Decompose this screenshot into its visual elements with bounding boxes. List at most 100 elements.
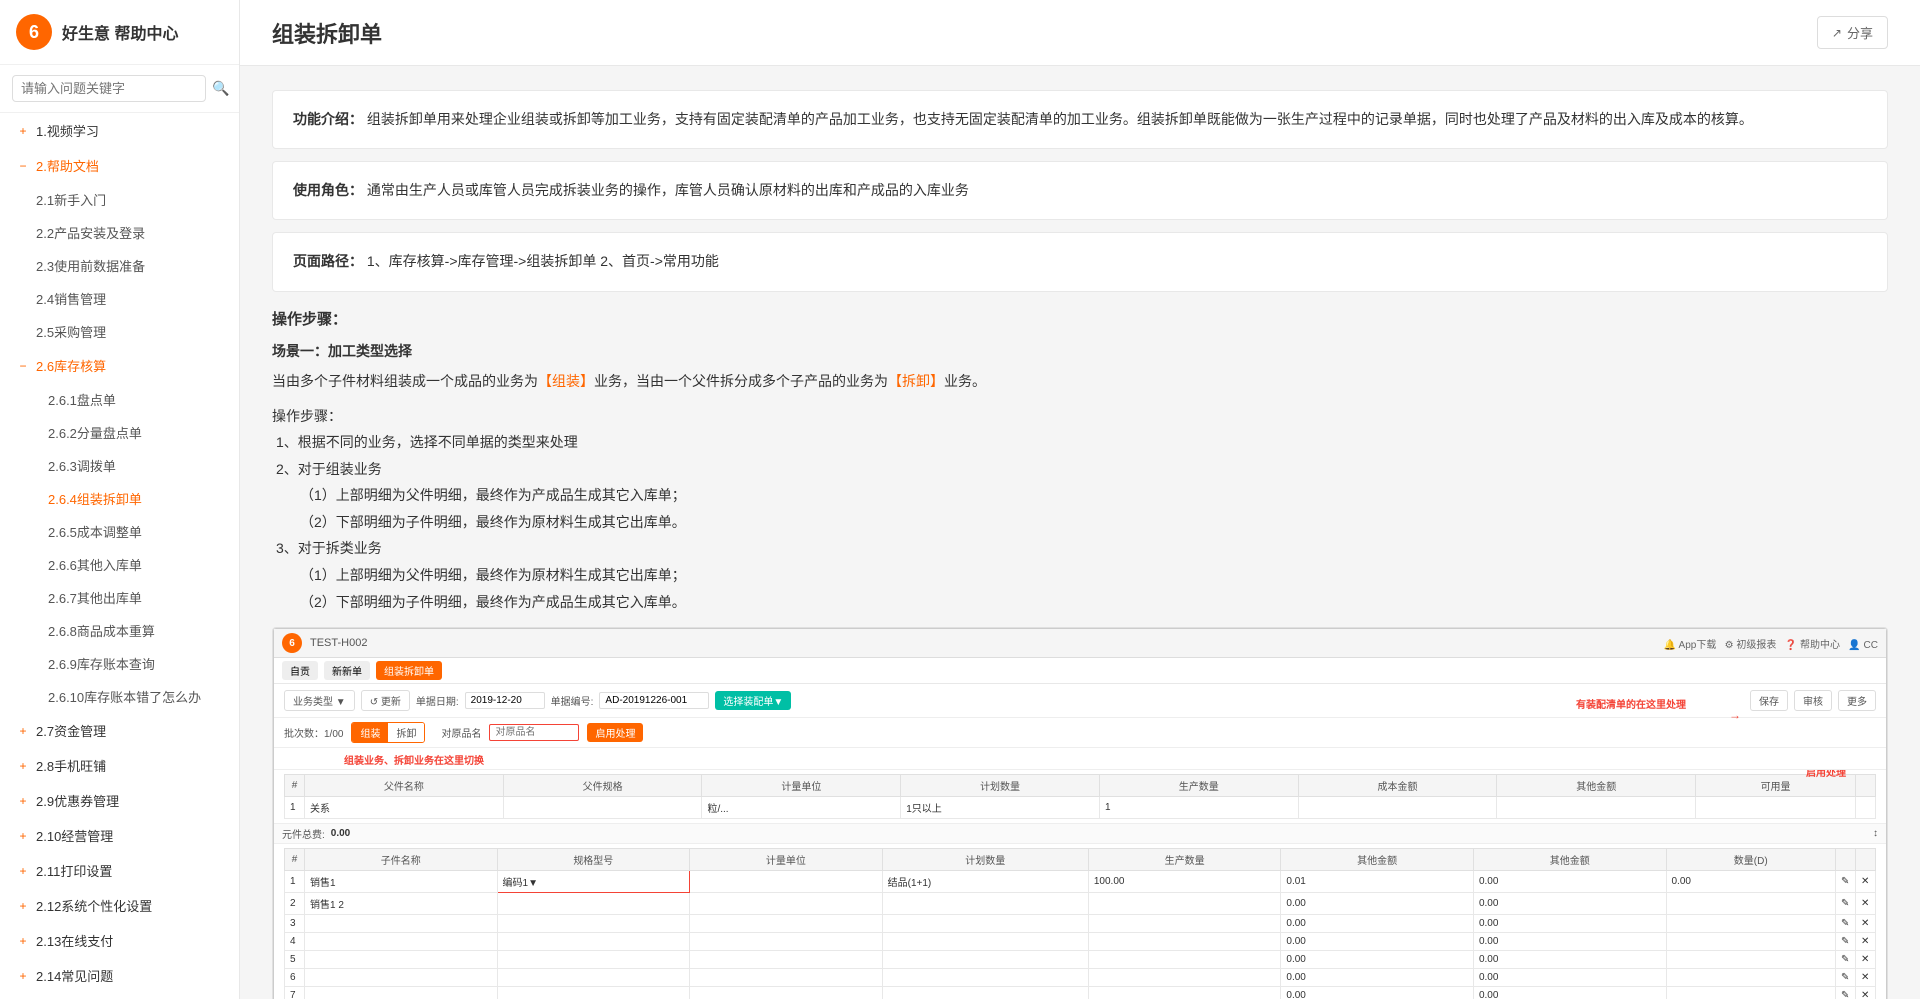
mock-date-input[interactable] [465,692,545,709]
step-list: 1、根据不同的业务，选择不同单据的类型来处理 2、对于组装业务 （1）上部明细为… [272,429,1888,615]
sidebar-item-sales[interactable]: 2.4销售管理 [0,282,239,315]
sidebar-item-263[interactable]: 2.6.3调拨单 [0,449,239,482]
mock-btn-enable[interactable]: 启用处理 [587,723,643,742]
expand-icon [16,864,30,878]
main-content: 组装拆卸单 ↗ 分享 功能介绍： 组装拆卸单用来处理企业组装或拆卸等加工业务，支… [240,0,1920,999]
sidebar-sub-label: 2.3使用前数据准备 [36,256,145,275]
mock-bill-input[interactable] [599,692,709,709]
step2-2: （2）下部明细为子件明细，最终作为原材料生成其它出库单。 [300,509,1888,536]
expand-icon [16,759,30,773]
sidebar-item-system[interactable]: 2.12系统个性化设置 [0,888,239,923]
mock-anno2-row: 组装业务、拆卸业务在这里切换 [274,748,1886,770]
mock-btn-audit[interactable]: 审核 [1794,690,1832,711]
step3-1: （1）上部明细为父件明细，最终作为原材料生成其它出库单； [300,562,1888,589]
table-row: 1 关系 粒/... 1只以上 1 [285,797,1876,819]
mock-stock-input[interactable] [489,724,579,741]
sidebar-item-purchase[interactable]: 2.5采购管理 [0,315,239,348]
table-row: 2 销售1 2 0.00 0.00 ✎ ✕ [285,893,1876,915]
sidebar-item-mobile[interactable]: 2.8手机旺铺 [0,748,239,783]
sidebar-item-payment[interactable]: 2.13在线支付 [0,923,239,958]
mock-qty-label: 批次数：1/00 [284,725,343,740]
search-input[interactable] [12,75,206,102]
share-label: 分享 [1847,23,1873,42]
sidebar-item-268[interactable]: 2.6.8商品成本重算 [0,614,239,647]
mock-type-assemble[interactable]: 组装 [352,723,388,742]
sidebar-item-inventory[interactable]: 2.6库存核算 [0,348,239,383]
mock-section-divider: 元件总费: 0.00 ↕ [274,823,1886,844]
mock-type-dismantle[interactable]: 拆卸 [388,723,424,742]
path-text: 1、库存核算->库存管理->组装拆卸单 2、首页->常用功能 [367,253,719,269]
sidebar-item-269[interactable]: 2.6.9库存账本查询 [0,647,239,680]
sidebar-item-docs[interactable]: 2.帮助文档 [0,148,239,183]
mock-topbar-item: 🔔 App下载 ⚙ 初级报表 ❓ 帮助中心 👤 CC [1664,636,1878,651]
logo-icon: 6 [16,14,52,50]
sidebar-item-267[interactable]: 2.6.7其他出库单 [0,581,239,614]
mock-btn-bom[interactable]: 选择装配单▼ [715,691,791,710]
sidebar-item-266[interactable]: 2.6.6其他入库单 [0,548,239,581]
mock-btn-more[interactable]: 更多 [1838,690,1876,711]
expand-icon [16,794,30,808]
sidebar-item-fund[interactable]: 2.7资金管理 [0,713,239,748]
sidebar-sub-label: 2.4销售管理 [36,289,106,308]
mock-type-row: 批次数：1/00 组装 拆卸 对原品名 启用处理 有装配清单的在这里处理 → 启… [274,718,1886,748]
share-button[interactable]: ↗ 分享 [1817,16,1888,49]
mock-btn-filter[interactable]: ↺ 更新 [361,690,410,711]
logo-text: 好生意 帮助中心 [62,20,178,44]
steps-section: 操作步骤： 场景一：加工类型选择 当由多个子件材料组装成一个成品的业务为【组装】… [272,308,1888,616]
mock-screenshot: 6 TEST-H002 🔔 App下载 ⚙ 初级报表 ❓ 帮助中心 👤 CC 自… [273,628,1887,999]
expand-icon [16,724,30,738]
sidebar-item-261[interactable]: 2.6.1盘点单 [0,383,239,416]
sidebar-item-262[interactable]: 2.6.2分量盘点单 [0,416,239,449]
intro-card: 功能介绍： 组装拆卸单用来处理企业组装或拆卸等加工业务，支持有固定装配清单的产品… [272,90,1888,149]
path-card: 页面路径： 1、库存核算->库存管理->组装拆卸单 2、首页->常用功能 [272,232,1888,291]
search-box: 🔍 [0,65,239,113]
sidebar-item-cases[interactable]: 2.15操作案例 [0,993,239,999]
sidebar-item-newbie[interactable]: 2.1新手入门 [0,183,239,216]
mock-annotation-area: 选择装配单▼ [715,691,791,710]
mock-lower-table: # 子件名称 规格型号 计量单位 计划数量 生产数量 其他金额 其他金额 数量(… [284,848,1876,999]
sidebar-item-video[interactable]: 1.视频学习 [0,113,239,148]
scenario1-title: 场景一：加工类型选择 [272,341,1888,361]
expand-icon [16,829,30,843]
sidebar-item-ops[interactable]: 2.10经营管理 [0,818,239,853]
sidebar-item-prepare[interactable]: 2.3使用前数据准备 [0,249,239,282]
scenario1-desc: 当由多个子件材料组装成一个成品的业务为【组装】业务，当由一个父件拆分成多个子产品… [272,369,1888,394]
table-row: 1 销售1 编码1▼ 结品(1+1) 100.00 0.01 0.00 0.00… [285,871,1876,893]
table-row: 6 0.00 0.00 ✎ ✕ [285,969,1876,987]
expand-icon [16,159,30,173]
sidebar-item-265[interactable]: 2.6.5成本调整单 [0,515,239,548]
sidebar-item-faq[interactable]: 2.14常见问题 [0,958,239,993]
content-body: 功能介绍： 组装拆卸单用来处理企业组装或拆卸等加工业务，支持有固定装配清单的产品… [240,66,1920,999]
step1: 1、根据不同的业务，选择不同单据的类型来处理 [276,429,1888,456]
table-row: # 父件名称 父件规格 计量单位 计划数量 生产数量 成本金额 其他金额 可用量 [285,775,1876,797]
expand-icon [16,899,30,913]
step2: 2、对于组装业务 [276,456,1888,483]
intro-text: 组装拆卸单用来处理企业组装或拆卸等加工业务，支持有固定装配清单的产品加工业务，也… [367,111,1753,127]
mock-tab-new[interactable]: 新新单 [324,661,370,680]
sidebar-item-264[interactable]: 2.6.4组装拆卸单 [0,482,239,515]
mock-logo: 6 [282,633,302,653]
sidebar-item-install[interactable]: 2.2产品安装及登录 [0,216,239,249]
table-row: 7 0.00 0.00 ✎ ✕ [285,987,1876,999]
mock-btn-save[interactable]: 保存 [1750,690,1788,711]
mock-tab-active[interactable]: 组装拆卸单 [376,661,442,680]
share-icon: ↗ [1832,26,1842,40]
mock-form-area: 业务类型 ▼ ↺ 更新 单据日期: 单据编号: 选择装配单▼ 保存 审核 更多 [274,684,1886,718]
step3-2: （2）下部明细为子件明细，最终作为产成品生成其它入库单。 [300,589,1888,616]
steps-title: 操作步骤： [272,308,1888,329]
mock-lower-table-area: # 子件名称 规格型号 计量单位 计划数量 生产数量 其他金额 其他金额 数量(… [274,844,1886,999]
mock-upper-table-area: # 父件名称 父件规格 计量单位 计划数量 生产数量 成本金额 其他金额 可用量 [274,770,1886,823]
sidebar-header: 6 好生意 帮助中心 [0,0,239,65]
sidebar-item-print[interactable]: 2.11打印设置 [0,853,239,888]
sidebar-item-label: 2.帮助文档 [36,156,99,175]
mock-tab-home[interactable]: 自贡 [282,661,318,680]
mock-top-bar: 6 TEST-H002 🔔 App下载 ⚙ 初级报表 ❓ 帮助中心 👤 CC [274,629,1886,658]
mock-btn-type[interactable]: 业务类型 ▼ [284,690,355,711]
sidebar-sub-label: 2.1新手入门 [36,190,106,209]
nav-section: 1.视频学习 2.帮助文档 2.1新手入门 2.2产品安装及登录 2.3使用前数… [0,113,239,999]
sidebar-item-coupon[interactable]: 2.9优惠券管理 [0,783,239,818]
search-button[interactable]: 🔍 [212,80,229,97]
sidebar-item-label: 2.6库存核算 [36,356,106,375]
sidebar-item-2610[interactable]: 2.6.10库存账本错了怎么办 [0,680,239,713]
mock-nav-bar: 自贡 新新单 组装拆卸单 [274,658,1886,684]
